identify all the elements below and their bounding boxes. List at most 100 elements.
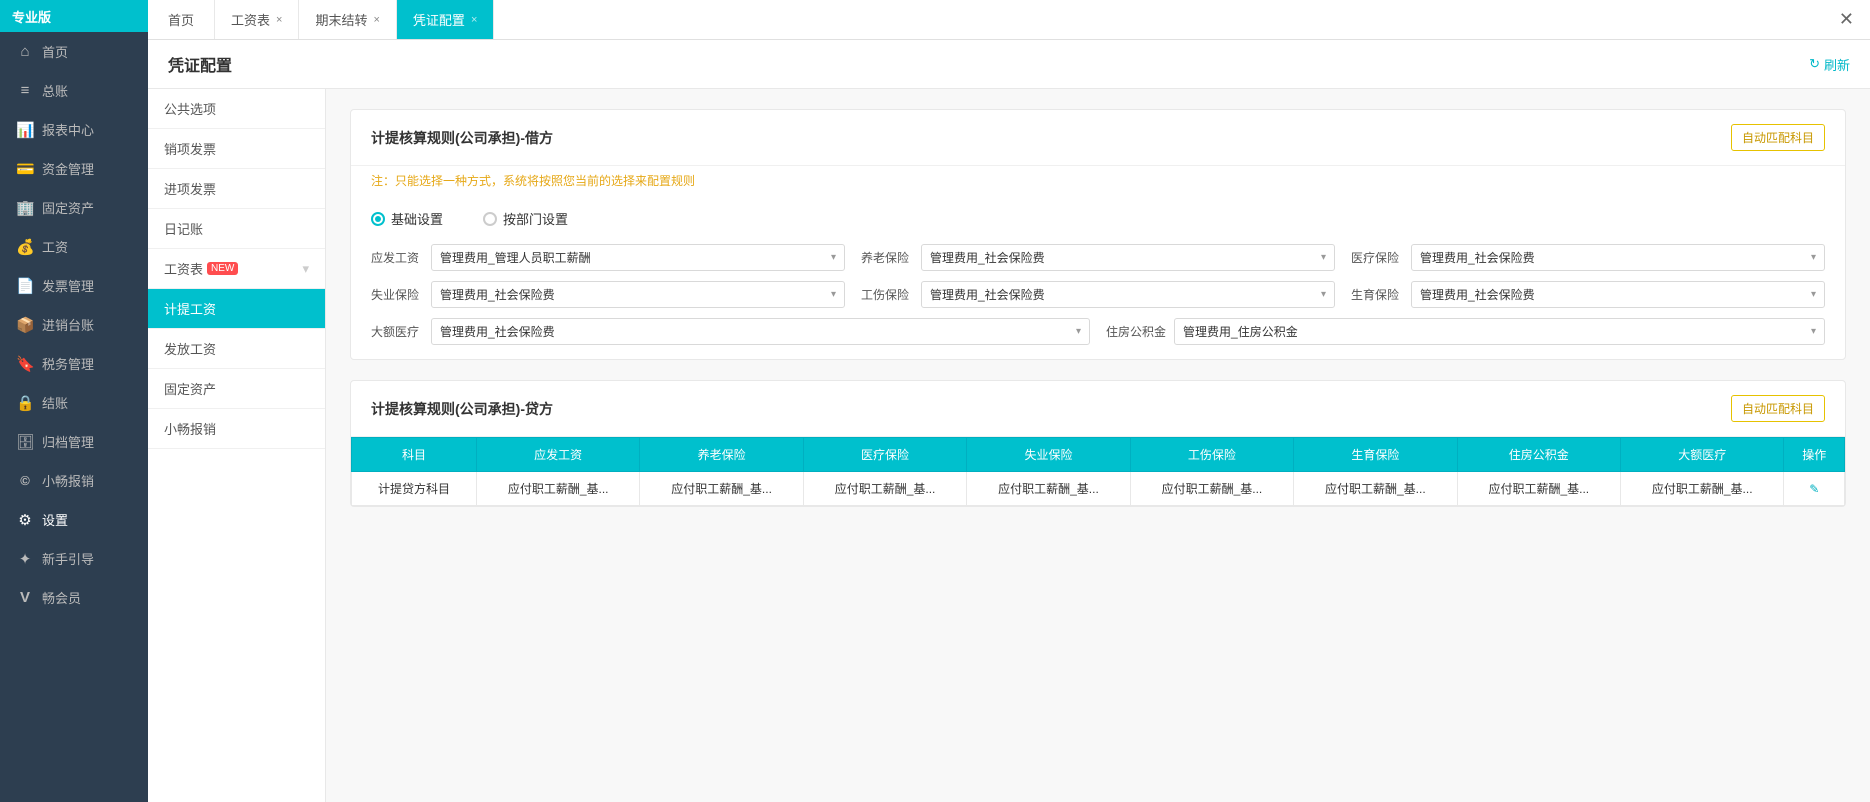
menu-item-salary-calc[interactable]: 计提工资 [148,289,325,329]
cell-injury: 应付职工薪酬_基... [1130,472,1293,506]
expand-icon: ▾ [302,261,309,277]
col-subject: 科目 [352,438,477,472]
tab-bar: 首页 工资表 × 期末结转 × 凭证配置 × ✕ [148,0,1870,40]
invoice-icon: 📄 [16,277,34,295]
tab-close-period[interactable]: × [373,14,379,26]
form-select-injury[interactable]: 管理费用_社会保险费 ▾ [921,281,1335,308]
chevron-down-icon: ▾ [1811,289,1816,300]
purchase-icon: 📦 [16,316,34,334]
tab-period-close[interactable]: 期末结转 × [299,0,396,39]
form-select-pension[interactable]: 管理费用_社会保险费 ▾ [921,244,1335,271]
table-row: 计提贷方科目 应付职工薪酬_基... 应付职工薪酬_基... 应付职工薪酬_基.… [352,472,1845,506]
tab-close-voucher[interactable]: × [471,14,477,26]
radio-department[interactable]: 按部门设置 [483,209,568,228]
settings-icon: ⚙ [16,511,34,529]
form-select-medical[interactable]: 管理费用_社会保险费 ▾ [1411,244,1825,271]
menu-item-salary-pay[interactable]: 发放工资 [148,329,325,369]
page-header: 凭证配置 ↻ 刷新 [148,40,1870,89]
form-item-housing: 住房公积金 管理费用_住房公积金 ▾ [1106,318,1825,345]
form-item-injury: 工伤保险 管理费用_社会保险费 ▾ [861,281,1335,308]
content-area: 公共选项 销项发票 进项发票 日记账 工资表 NEW ▾ 计提工资 发放工资 [148,89,1870,802]
form-item-salary: 应发工资 管理费用_管理人员职工薪酬 ▾ [371,244,845,271]
form-label-injury: 工伤保险 [861,286,913,303]
vip-icon: V [16,589,34,606]
sidebar-item-salary[interactable]: 💰 工资 [0,227,148,266]
sidebar-item-home[interactable]: ⌂ 首页 [0,32,148,71]
auto-match-debit-button[interactable]: 自动匹配科目 [1731,124,1825,151]
tab-close-salary[interactable]: × [276,14,282,26]
menu-item-salary-table[interactable]: 工资表 NEW ▾ [148,249,325,289]
auto-match-credit-button[interactable]: 自动匹配科目 [1731,395,1825,422]
tab-voucher-config[interactable]: 凭证配置 × [397,0,494,39]
section-credit-table-wrap: 科目 应发工资 养老保险 医疗保险 失业保险 工伤保险 生育保险 住房公积金 大… [351,437,1845,506]
sidebar-item-close[interactable]: 🔒 结账 [0,383,148,422]
col-injury: 工伤保险 [1130,438,1293,472]
tab-salary-table[interactable]: 工资表 × [215,0,299,39]
menu-item-cancel-invoice[interactable]: 销项发票 [148,129,325,169]
cell-major-medical: 应付职工薪酬_基... [1621,472,1784,506]
sidebar-item-purchase[interactable]: 📦 进销台账 [0,305,148,344]
tab-home[interactable]: 首页 [148,0,215,39]
form-select-major-medical[interactable]: 管理费用_社会保险费 ▾ [431,318,1090,345]
sidebar-item-finance[interactable]: 💳 资金管理 [0,149,148,188]
col-housing: 住房公积金 [1457,438,1620,472]
chevron-down-icon: ▾ [1811,326,1816,337]
menu-item-input-invoice[interactable]: 进项发票 [148,169,325,209]
finance-icon: 💳 [16,160,34,178]
form-item-pension: 养老保险 管理费用_社会保险费 ▾ [861,244,1335,271]
menu-item-fixed-asset[interactable]: 固定资产 [148,369,325,409]
sidebar-item-tax[interactable]: 🔖 税务管理 [0,344,148,383]
archive-icon: 🗄 [16,433,34,451]
form-label-housing: 住房公积金 [1106,323,1166,340]
form-item-medical: 医疗保险 管理费用_社会保险费 ▾ [1351,244,1825,271]
salary-icon: 💰 [16,238,34,256]
form-label-unemployment: 失业保险 [371,286,423,303]
sidebar-item-archive[interactable]: 🗄 归档管理 [0,422,148,461]
sidebar-item-asset[interactable]: 🏢 固定资产 [0,188,148,227]
window-close-icon[interactable]: ✕ [1839,9,1854,30]
chevron-down-icon: ▾ [1076,326,1081,337]
credit-table: 科目 应发工资 养老保险 医疗保险 失业保险 工伤保险 生育保险 住房公积金 大… [351,437,1845,506]
menu-item-expense[interactable]: 小畅报销 [148,409,325,449]
asset-icon: 🏢 [16,199,34,217]
form-label-maternity: 生育保险 [1351,286,1403,303]
refresh-button[interactable]: ↻ 刷新 [1809,55,1850,74]
cell-medical: 应付职工薪酬_基... [803,472,966,506]
section-debit-note: 注：只能选择一种方式，系统将按照您当前的选择来配置规则 [351,166,1845,195]
sidebar-item-report[interactable]: 📊 报表中心 [0,110,148,149]
cell-salary: 应付职工薪酬_基... [476,472,639,506]
cell-pension: 应付职工薪酬_基... [640,472,803,506]
form-select-unemployment[interactable]: 管理费用_社会保险费 ▾ [431,281,845,308]
menu-item-journal[interactable]: 日记账 [148,209,325,249]
page-title: 凭证配置 [168,52,232,76]
sidebar-item-ledger[interactable]: ≡ 总账 [0,71,148,110]
sidebar-item-vip[interactable]: V 畅会员 [0,578,148,617]
col-unemployment: 失业保险 [967,438,1130,472]
chevron-down-icon: ▾ [831,252,836,263]
sidebar-item-invoice[interactable]: 📄 发票管理 [0,266,148,305]
form-label-major-medical: 大额医疗 [371,323,423,340]
radio-basic-circle [371,212,385,226]
section-credit-header: 计提核算规则(公司承担)-贷方 自动匹配科目 [351,381,1845,437]
edit-icon[interactable]: ✎ [1809,482,1819,496]
refresh-icon: ↻ [1809,56,1820,72]
cell-housing: 应付职工薪酬_基... [1457,472,1620,506]
cell-unemployment: 应付职工薪酬_基... [967,472,1130,506]
form-select-salary[interactable]: 管理费用_管理人员职工薪酬 ▾ [431,244,845,271]
form-grid-row1: 应发工资 管理费用_管理人员职工薪酬 ▾ 养老保险 管理费用_社会保险费 ▾ [371,244,1825,271]
sidebar-item-guide[interactable]: ✦ 新手引导 [0,539,148,578]
cell-action[interactable]: ✎ [1784,472,1845,506]
form-grid-row3: 大额医疗 管理费用_社会保险费 ▾ 住房公积金 管理费用_住房公积金 ▾ [371,318,1825,345]
section-debit-body: 基础设置 按部门设置 应发工资 管理费用_管理人员职工薪酬 [351,195,1845,359]
sidebar-item-settings[interactable]: ⚙ 设置 [0,500,148,539]
form-select-housing[interactable]: 管理费用_住房公积金 ▾ [1174,318,1825,345]
section-debit: 计提核算规则(公司承担)-借方 自动匹配科目 注：只能选择一种方式，系统将按照您… [350,109,1846,360]
form-select-maternity[interactable]: 管理费用_社会保险费 ▾ [1411,281,1825,308]
sidebar-item-xiaochang[interactable]: © 小畅报销 [0,461,148,500]
menu-item-public[interactable]: 公共选项 [148,89,325,129]
cell-subject: 计提贷方科目 [352,472,477,506]
right-content: 计提核算规则(公司承担)-借方 自动匹配科目 注：只能选择一种方式，系统将按照您… [326,89,1870,802]
radio-basic[interactable]: 基础设置 [371,209,443,228]
section-debit-header: 计提核算规则(公司承担)-借方 自动匹配科目 [351,110,1845,166]
app-title: 专业版 [0,0,148,32]
